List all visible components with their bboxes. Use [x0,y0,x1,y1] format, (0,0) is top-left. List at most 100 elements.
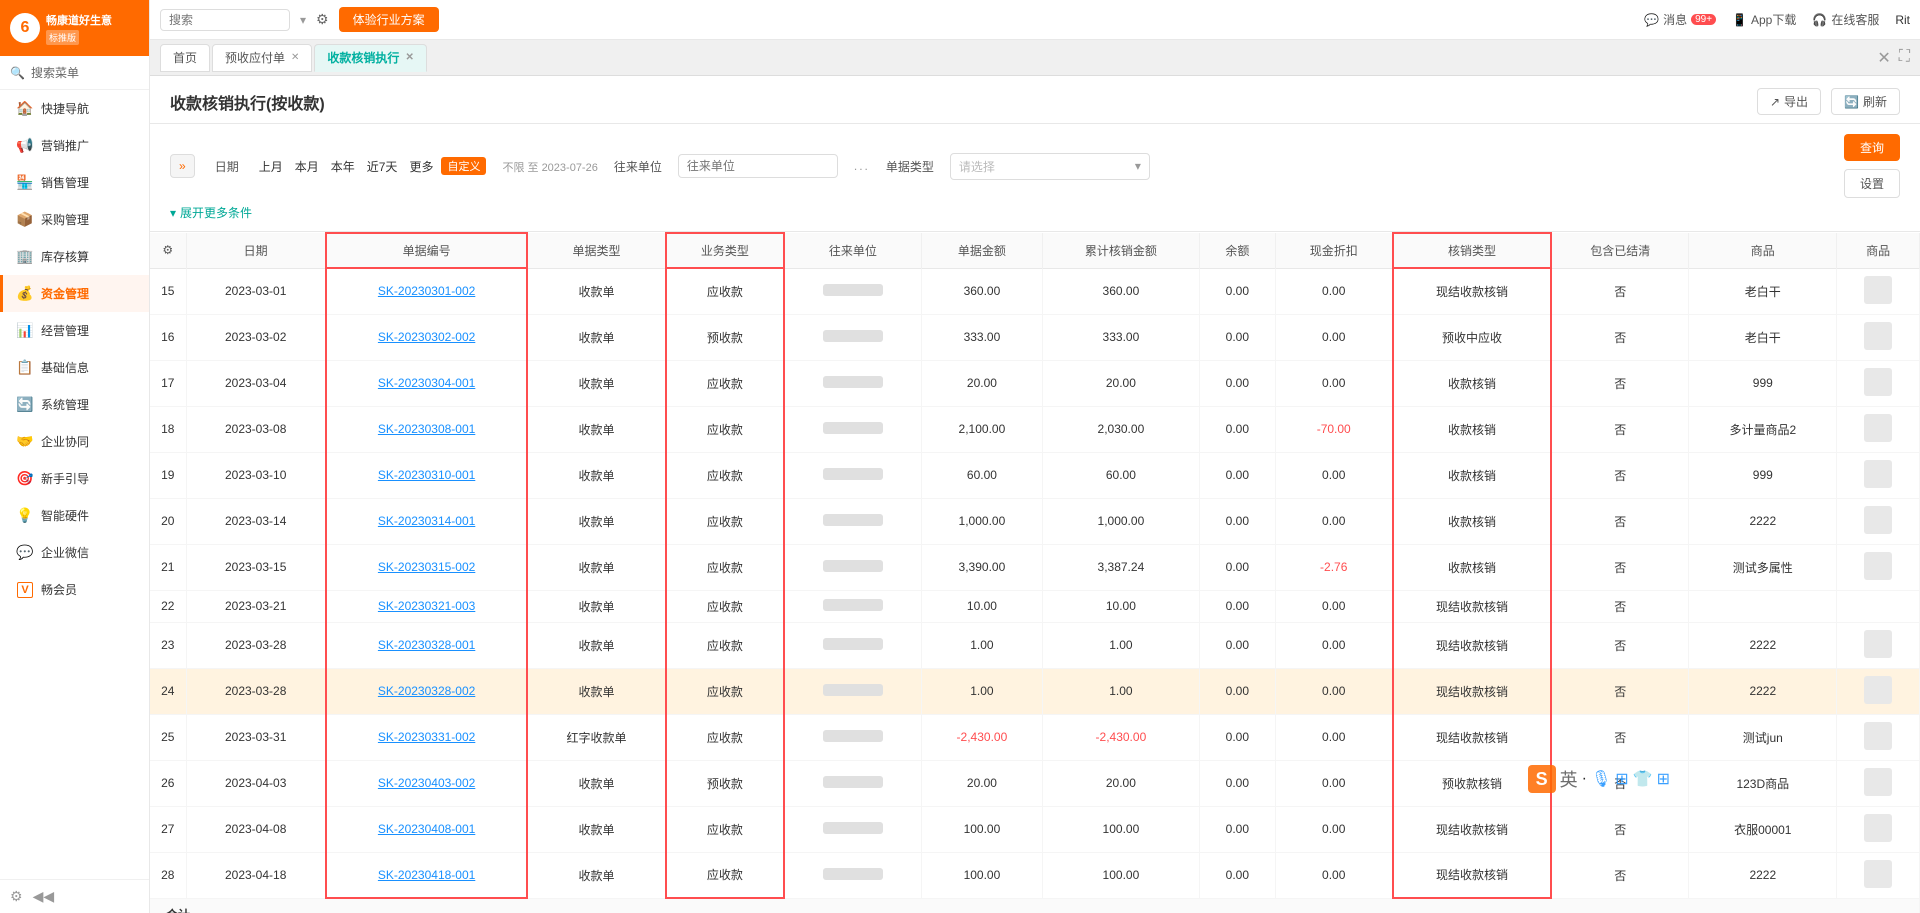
cell-verify-type: 收款核销 [1393,544,1552,590]
solution-button[interactable]: 体验行业方案 [339,7,439,32]
date-custom-tag[interactable]: 自定义 [441,157,486,175]
app-download-item[interactable]: 📱 App下载 [1732,11,1796,28]
doc-no-link[interactable]: SK-20230310-001 [378,468,475,482]
sidebar-item-marketing[interactable]: 📢 营销推广 [0,127,149,164]
filter-expand-button[interactable]: » [170,154,195,178]
cell-doc-no[interactable]: SK-20230308-001 [326,406,528,452]
sidebar-item-finance[interactable]: 💰 资金管理 [0,275,149,312]
tab-prepay-close-icon[interactable]: ✕ [291,52,299,63]
doc-no-link[interactable]: SK-20230328-001 [378,638,475,652]
cell-doc-no[interactable]: SK-20230328-001 [326,622,528,668]
col-balance[interactable]: 余额 [1199,233,1275,268]
setting-button[interactable]: 设置 [1844,169,1900,198]
col-verify-type[interactable]: 核销类型 [1393,233,1552,268]
topbar-search-input[interactable] [160,9,290,31]
online-service-item[interactable]: 🎧 在线客服 [1812,11,1879,28]
cell-doc-no[interactable]: SK-20230310-001 [326,452,528,498]
tab-collection-close-icon[interactable]: ✕ [405,52,413,63]
date-7days[interactable]: 近7天 [363,156,402,177]
doc-no-link[interactable]: SK-20230408-001 [378,822,475,836]
sidebar-item-member[interactable]: V 畅会员 [0,571,149,608]
cell-biz-type: 应收款 [666,806,784,852]
refresh-button[interactable]: 🔄 刷新 [1831,88,1900,115]
col-doc-type[interactable]: 单据类型 [527,233,665,268]
page-header-actions: ↗ 导出 🔄 刷新 [1757,88,1900,115]
date-this-year[interactable]: 本年 [327,156,359,177]
tab-close-all-icon[interactable]: ✕ [1877,48,1890,68]
doc-no-link[interactable]: SK-20230302-002 [378,330,475,344]
sidebar-item-guide[interactable]: 🎯 新手引导 [0,460,149,497]
cell-doc-no[interactable]: SK-20230304-001 [326,360,528,406]
operations-icon: 📊 [17,323,33,339]
cell-doc-no[interactable]: SK-20230331-002 [326,714,528,760]
app-download-label: App下载 [1751,11,1796,28]
doc-no-link[interactable]: SK-20230403-002 [378,776,475,790]
col-included[interactable]: 包含已结清 [1551,233,1689,268]
export-button[interactable]: ↗ 导出 [1757,88,1821,115]
col-goods[interactable]: 商品 [1689,233,1837,268]
doc-no-link[interactable]: SK-20230304-001 [378,376,475,390]
doc-no-link[interactable]: SK-20230314-001 [378,514,475,528]
goods-thumbnail [1864,506,1892,534]
col-goods-img[interactable]: 商品 [1837,233,1920,268]
col-settings[interactable]: ⚙ [150,233,186,268]
sidebar-item-enterprise[interactable]: 🤝 企业协同 [0,423,149,460]
table-row: 20 2023-03-14 SK-20230314-001 收款单 应收款 1,… [150,498,1920,544]
topbar-dropdown-arrow[interactable]: ▾ [300,13,306,27]
cell-date: 2023-03-14 [186,498,326,544]
date-this-month[interactable]: 本月 [291,156,323,177]
col-biz-type[interactable]: 业务类型 [666,233,784,268]
cell-doc-no[interactable]: SK-20230328-002 [326,668,528,714]
data-table-container[interactable]: ⚙ 日期 单据编号 单据类型 业务类型 往来单位 单据金额 累计核销金额 余额 … [150,232,1920,913]
tab-collection[interactable]: 收款核销执行 ✕ [314,44,426,72]
sidebar-item-system[interactable]: 🔄 系统管理 [0,386,149,423]
expand-more-row[interactable]: ▾ 展开更多条件 [170,204,1900,221]
doc-type-select[interactable]: 请选择 ▾ [950,153,1150,180]
collapse-icon[interactable]: ◀◀ [33,888,55,905]
doc-no-link[interactable]: SK-20230328-002 [378,684,475,698]
tab-home[interactable]: 首页 [160,44,210,72]
doc-no-link[interactable]: SK-20230308-001 [378,422,475,436]
col-amount[interactable]: 单据金额 [921,233,1042,268]
messages-item[interactable]: 💬 消息 99+ [1644,11,1716,28]
col-doc-no[interactable]: 单据编号 [326,233,528,268]
cell-goods-img [1837,452,1920,498]
sidebar-item-basic[interactable]: 📋 基础信息 [0,349,149,386]
sidebar-item-wechat[interactable]: 💬 企业微信 [0,534,149,571]
doc-no-link[interactable]: SK-20230315-002 [378,560,475,574]
tab-prepay[interactable]: 预收应付单 ✕ [212,44,312,72]
cell-doc-no[interactable]: SK-20230418-001 [326,852,528,898]
cell-partner [784,544,922,590]
sidebar-item-search[interactable]: 🔍 搜索菜单 [0,56,149,90]
partner-input[interactable] [678,154,838,178]
sidebar-item-operations[interactable]: 📊 经营管理 [0,312,149,349]
date-last-month[interactable]: 上月 [255,156,287,177]
settings-bottom-icon[interactable]: ⚙ [10,888,23,905]
cell-doc-no[interactable]: SK-20230302-002 [326,314,528,360]
col-verified[interactable]: 累计核销金额 [1042,233,1199,268]
cell-doc-no[interactable]: SK-20230403-002 [326,760,528,806]
tab-expand-icon[interactable]: ⛶ [1899,48,1910,68]
query-button[interactable]: 查询 [1844,134,1900,161]
user-name-item[interactable]: Rit [1895,13,1910,27]
doc-no-link[interactable]: SK-20230331-002 [378,730,475,744]
cell-doc-no[interactable]: SK-20230314-001 [326,498,528,544]
col-date[interactable]: 日期 [186,233,326,268]
date-more[interactable]: 更多 [405,156,437,177]
cell-doc-no[interactable]: SK-20230321-003 [326,590,528,622]
doc-no-link[interactable]: SK-20230301-002 [378,284,475,298]
sidebar-item-sales[interactable]: 🏪 销售管理 [0,164,149,201]
doc-no-link[interactable]: SK-20230321-003 [378,599,475,613]
col-partner[interactable]: 往来单位 [784,233,922,268]
sidebar-item-quick[interactable]: 🏠 快捷导航 [0,90,149,127]
topbar-gear-icon[interactable]: ⚙ [316,11,329,28]
doc-no-link[interactable]: SK-20230418-001 [378,868,475,882]
cell-doc-no[interactable]: SK-20230301-002 [326,268,528,314]
sidebar-item-inventory[interactable]: 🏢 库存核算 [0,238,149,275]
sidebar-item-purchase[interactable]: 📦 采购管理 [0,201,149,238]
cell-amount: 60.00 [921,452,1042,498]
sidebar-item-hardware[interactable]: 💡 智能硬件 [0,497,149,534]
cell-doc-no[interactable]: SK-20230408-001 [326,806,528,852]
cell-doc-no[interactable]: SK-20230315-002 [326,544,528,590]
col-discount[interactable]: 现金折扣 [1275,233,1392,268]
